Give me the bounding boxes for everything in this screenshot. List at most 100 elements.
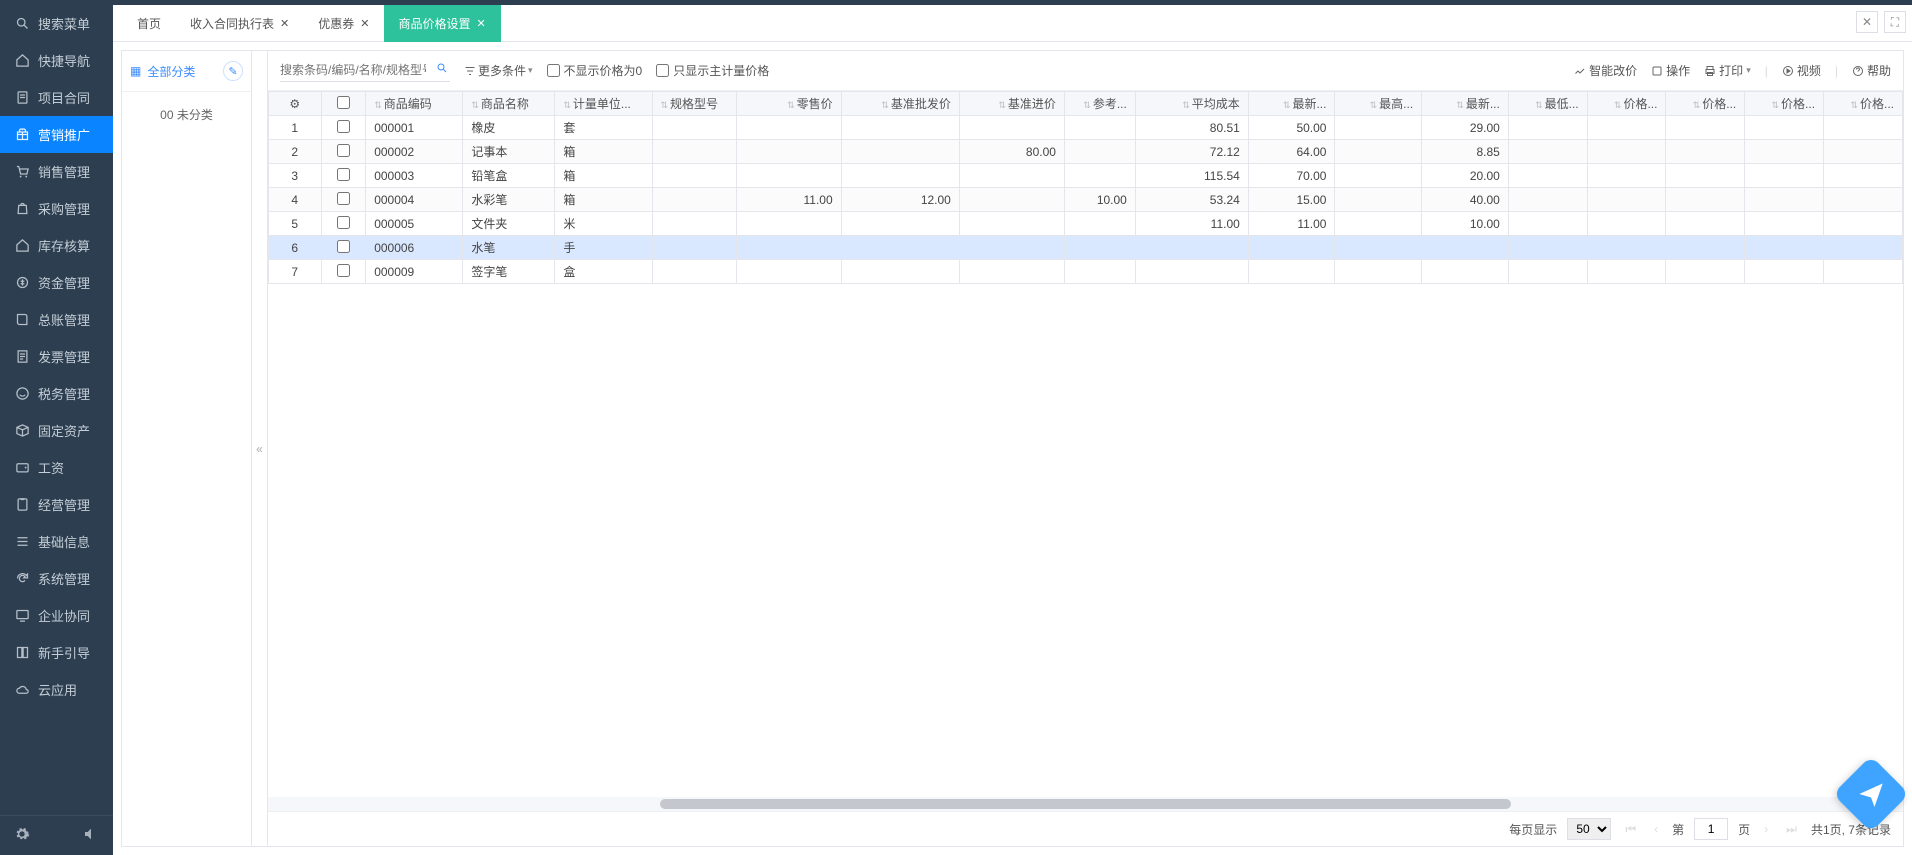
column-header-1[interactable]: [321, 92, 366, 116]
sidebar-item-1[interactable]: 快捷导航: [0, 42, 113, 79]
sidebar-item-18[interactable]: 云应用: [0, 671, 113, 708]
row-checkbox[interactable]: [337, 168, 350, 181]
cell[interactable]: [321, 188, 366, 212]
tab-2[interactable]: 优惠券✕: [304, 5, 384, 42]
sidebar-item-0[interactable]: 搜索菜单: [0, 5, 113, 42]
sidebar-item-16[interactable]: 企业协同: [0, 597, 113, 634]
sidebar-item-17[interactable]: 新手引导: [0, 634, 113, 671]
cell[interactable]: 5: [269, 212, 322, 236]
sidebar-item-14[interactable]: 基础信息: [0, 523, 113, 560]
column-header-15[interactable]: ⇅价格...: [1587, 92, 1666, 116]
video-help-button[interactable]: 视频: [1782, 62, 1821, 79]
table-row[interactable]: 1000001橡皮套80.5150.0029.00: [269, 116, 1903, 140]
table-row[interactable]: 6000006水笔手: [269, 236, 1903, 260]
first-page-button[interactable]: ⏮: [1621, 822, 1640, 837]
column-header-11[interactable]: ⇅最新...: [1248, 92, 1335, 116]
column-header-7[interactable]: ⇅基准批发价: [841, 92, 959, 116]
table-row[interactable]: 5000005文件夹米11.0011.0010.00: [269, 212, 1903, 236]
column-header-0[interactable]: ⚙: [269, 92, 322, 116]
table-row[interactable]: 7000009签字笔盒: [269, 260, 1903, 284]
table-row[interactable]: 4000004水彩笔箱11.0012.0010.0053.2415.0040.0…: [269, 188, 1903, 212]
per-page-select[interactable]: 50: [1567, 818, 1611, 840]
more-conditions-button[interactable]: 更多条件▾: [464, 62, 533, 79]
sidebar-item-5[interactable]: 采购管理: [0, 190, 113, 227]
sidebar-item-10[interactable]: 税务管理: [0, 375, 113, 412]
only-main-unit-checkbox[interactable]: 只显示主计量价格: [656, 62, 769, 79]
next-page-button[interactable]: ›: [1760, 822, 1772, 836]
search-icon[interactable]: [436, 62, 448, 77]
cell[interactable]: [321, 260, 366, 284]
sidebar-item-8[interactable]: 总账管理: [0, 301, 113, 338]
column-header-4[interactable]: ⇅计量单位...: [555, 92, 652, 116]
column-header-3[interactable]: ⇅商品名称: [463, 92, 555, 116]
tab-0[interactable]: 首页: [123, 5, 176, 42]
row-checkbox[interactable]: [337, 120, 350, 133]
column-header-10[interactable]: ⇅平均成本: [1135, 92, 1248, 116]
table-settings-gear-icon[interactable]: ⚙: [289, 97, 300, 111]
close-all-tabs-icon[interactable]: ✕: [1856, 11, 1878, 33]
cell[interactable]: [321, 140, 366, 164]
tree-item-uncategorized[interactable]: 00 未分类: [160, 108, 213, 122]
column-header-17[interactable]: ⇅价格...: [1745, 92, 1824, 116]
volume-icon[interactable]: [83, 826, 99, 845]
sidebar-item-15[interactable]: 系统管理: [0, 560, 113, 597]
edit-category-icon[interactable]: ✎: [223, 61, 243, 81]
column-header-2[interactable]: ⇅商品编码: [366, 92, 463, 116]
settings-gear-icon[interactable]: [14, 826, 30, 845]
cell[interactable]: 1: [269, 116, 322, 140]
collapse-left-panel-icon[interactable]: «: [252, 51, 268, 846]
table-row[interactable]: 2000002记事本箱80.0072.1264.008.85: [269, 140, 1903, 164]
cell[interactable]: [321, 164, 366, 188]
close-tab-icon[interactable]: ✕: [280, 17, 289, 30]
column-header-6[interactable]: ⇅零售价: [736, 92, 841, 116]
select-all-checkbox[interactable]: [337, 96, 350, 109]
smart-edit-price-button[interactable]: 智能改价: [1574, 62, 1637, 79]
horizontal-scrollbar[interactable]: [268, 797, 1903, 811]
prev-page-button[interactable]: ‹: [1650, 822, 1662, 836]
cell[interactable]: 4: [269, 188, 322, 212]
column-header-16[interactable]: ⇅价格...: [1666, 92, 1745, 116]
sidebar-item-7[interactable]: 资金管理: [0, 264, 113, 301]
row-checkbox[interactable]: [337, 192, 350, 205]
cell[interactable]: 3: [269, 164, 322, 188]
column-header-14[interactable]: ⇅最低...: [1508, 92, 1587, 116]
sidebar-item-11[interactable]: 固定资产: [0, 412, 113, 449]
close-tab-icon[interactable]: ✕: [477, 17, 486, 30]
all-categories-label[interactable]: 全部分类: [147, 63, 195, 80]
hide-zero-price-checkbox[interactable]: 不显示价格为0: [547, 62, 643, 79]
column-header-8[interactable]: ⇅基准进价: [959, 92, 1064, 116]
table-row[interactable]: 3000003铅笔盒箱115.5470.0020.00: [269, 164, 1903, 188]
cell[interactable]: 6: [269, 236, 322, 260]
page-input[interactable]: [1694, 818, 1728, 840]
print-button[interactable]: 打印▾: [1704, 62, 1751, 79]
column-header-5[interactable]: ⇅规格型号: [652, 92, 736, 116]
cell[interactable]: [321, 236, 366, 260]
row-checkbox[interactable]: [337, 144, 350, 157]
column-header-12[interactable]: ⇅最高...: [1335, 92, 1422, 116]
cell[interactable]: 7: [269, 260, 322, 284]
fullscreen-icon[interactable]: ⛶: [1884, 11, 1906, 33]
sidebar-item-3[interactable]: 营销推广: [0, 116, 113, 153]
column-header-13[interactable]: ⇅最新...: [1422, 92, 1509, 116]
close-tab-icon[interactable]: ✕: [360, 17, 369, 30]
row-checkbox[interactable]: [337, 216, 350, 229]
sidebar-item-2[interactable]: 项目合同: [0, 79, 113, 116]
cell[interactable]: 2: [269, 140, 322, 164]
operate-button[interactable]: 操作: [1651, 62, 1690, 79]
row-checkbox[interactable]: [337, 240, 350, 253]
cell[interactable]: [321, 116, 366, 140]
row-checkbox[interactable]: [337, 264, 350, 277]
tab-3[interactable]: 商品价格设置✕: [384, 5, 500, 42]
sidebar-item-12[interactable]: 工资: [0, 449, 113, 486]
sidebar-item-4[interactable]: 销售管理: [0, 153, 113, 190]
sidebar-item-9[interactable]: 发票管理: [0, 338, 113, 375]
last-page-button[interactable]: ⏭: [1782, 822, 1801, 837]
sidebar-item-13[interactable]: 经营管理: [0, 486, 113, 523]
column-header-9[interactable]: ⇅参考...: [1064, 92, 1135, 116]
cell[interactable]: [321, 212, 366, 236]
search-input[interactable]: [280, 59, 450, 82]
column-header-18[interactable]: ⇅价格...: [1824, 92, 1903, 116]
sidebar-item-6[interactable]: 库存核算: [0, 227, 113, 264]
help-button[interactable]: 帮助: [1852, 62, 1891, 79]
tab-1[interactable]: 收入合同执行表✕: [176, 5, 304, 42]
